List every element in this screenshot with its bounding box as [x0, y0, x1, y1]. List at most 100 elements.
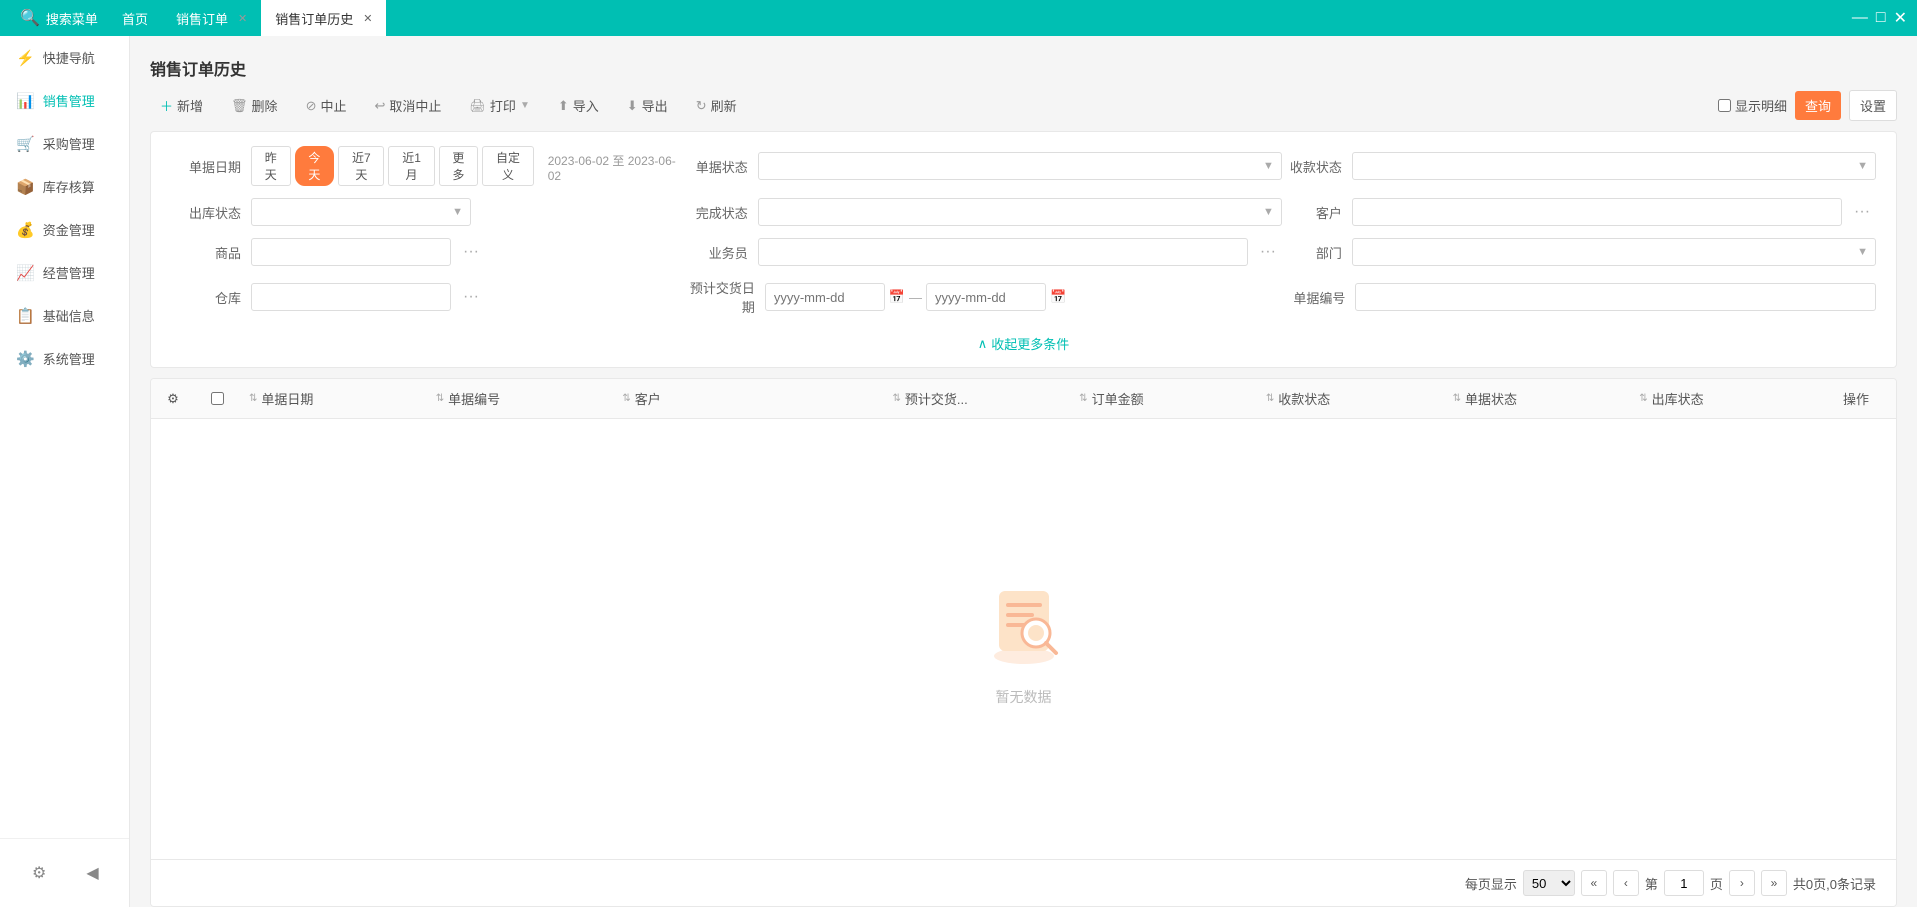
print-label: 打印: [490, 96, 516, 115]
th-no[interactable]: ⇅ 单据编号: [426, 389, 613, 408]
sort-date-icon: ⇅: [249, 393, 257, 404]
tab-home[interactable]: 首页: [108, 0, 162, 36]
prev-page-btn[interactable]: ‹: [1613, 870, 1639, 896]
query-btn[interactable]: 查询: [1795, 91, 1841, 120]
calendar-end-icon[interactable]: 📅: [1050, 289, 1066, 305]
status-select[interactable]: [758, 152, 1282, 180]
th-checkbox[interactable]: [195, 392, 239, 405]
tab-sales-order[interactable]: 销售订单 ✕: [162, 0, 261, 36]
window-close-btn[interactable]: ✕: [1894, 8, 1907, 28]
goods-dots[interactable]: ···: [457, 243, 485, 261]
refresh-icon: ↻: [696, 98, 707, 114]
salesperson-input[interactable]: [758, 238, 1248, 266]
th-amount[interactable]: ⇅ 订单金额: [1069, 389, 1256, 408]
collapse-link[interactable]: ∧ 收起更多条件: [171, 328, 1876, 353]
complete-status-select[interactable]: [758, 198, 1282, 226]
th-receipt-status[interactable]: ⇅ 收款状态: [1256, 389, 1443, 408]
sidebar-item-sales-mgmt[interactable]: 📊 销售管理: [0, 79, 129, 122]
new-btn[interactable]: ＋ 新增: [150, 91, 213, 120]
delivery-date-start[interactable]: [765, 283, 885, 311]
sort-receipt-icon: ⇅: [1266, 393, 1274, 404]
th-out-status[interactable]: ⇅ 出库状态: [1629, 389, 1816, 408]
stop-btn[interactable]: ⊘ 中止: [296, 91, 357, 120]
sidebar-collapse-btn[interactable]: ◀: [70, 851, 114, 895]
sidebar-bottom: ⚙ ◀: [0, 838, 129, 907]
sidebar-item-purchase-mgmt[interactable]: 🛒 采购管理: [0, 122, 129, 165]
show-detail-checkbox[interactable]: 显示明细: [1718, 96, 1787, 115]
salesperson-dots[interactable]: ···: [1254, 243, 1282, 261]
th-settings[interactable]: ⚙: [151, 391, 195, 407]
sidebar-item-operations[interactable]: 📈 经营管理: [0, 251, 129, 294]
date-1month-btn[interactable]: 近1月: [388, 146, 434, 186]
import-btn[interactable]: ⬆ 导入: [548, 91, 609, 120]
date-7days-btn[interactable]: 近7天: [338, 146, 384, 186]
customer-dots[interactable]: ···: [1848, 203, 1876, 221]
warehouse-dots[interactable]: ···: [457, 288, 485, 306]
out-status-field: ▼: [251, 198, 688, 226]
select-all-checkbox[interactable]: [211, 392, 224, 405]
sidebar-item-purchase-mgmt-label: 采购管理: [43, 134, 95, 153]
date-label: 单据日期: [171, 157, 251, 176]
window-expand-btn[interactable]: □: [1876, 9, 1886, 27]
show-detail-label: 显示明细: [1735, 96, 1787, 115]
settings-btn[interactable]: 设置: [1849, 90, 1897, 121]
search-menu[interactable]: 🔍 搜索菜单: [10, 0, 108, 36]
date-today-btn[interactable]: 今天: [295, 146, 335, 186]
top-bar: 🔍 搜索菜单 首页 销售订单 ✕ 销售订单历史 ✕ — □ ✕: [0, 0, 1917, 36]
inventory-icon: 📦: [16, 178, 35, 196]
sidebar-item-quick-nav-label: 快捷导航: [43, 48, 95, 67]
import-icon: ⬆: [558, 98, 569, 114]
receipt-status-label: 收款状态: [1282, 157, 1352, 176]
first-page-btn[interactable]: «: [1581, 870, 1607, 896]
tab-sales-history[interactable]: 销售订单历史 ✕: [261, 0, 386, 36]
delete-btn[interactable]: 🗑 删除: [221, 91, 288, 120]
th-delivery[interactable]: ⇅ 预计交货...: [882, 389, 1069, 408]
out-status-select[interactable]: [251, 198, 471, 226]
warehouse-input[interactable]: [251, 283, 451, 311]
cancel-stop-btn[interactable]: ↩ 取消中止: [364, 91, 451, 120]
print-btn[interactable]: 🖨 打印 ▼: [459, 91, 539, 120]
order-no-field: [1355, 283, 1876, 311]
stop-label: 中止: [320, 96, 346, 115]
th-receipt-status-label: 收款状态: [1278, 389, 1330, 408]
date-yesterday-btn[interactable]: 昨天: [251, 146, 291, 186]
window-minimize-btn[interactable]: —: [1852, 9, 1868, 27]
sidebar-item-quick-nav[interactable]: ⚡ 快捷导航: [0, 36, 129, 79]
sidebar-settings-btn[interactable]: ⚙: [16, 851, 62, 895]
th-order-status[interactable]: ⇅ 单据状态: [1443, 389, 1630, 408]
order-no-input[interactable]: [1355, 283, 1876, 311]
complete-status-field: ▼: [758, 198, 1282, 226]
dept-select[interactable]: [1352, 238, 1876, 266]
page-title: 销售订单历史: [150, 46, 1897, 90]
tab-sales-order-label: 销售订单: [176, 9, 228, 28]
out-status-label: 出库状态: [171, 203, 251, 222]
tab-sales-history-close[interactable]: ✕: [363, 12, 372, 25]
sales-mgmt-icon: 📊: [16, 92, 35, 110]
sidebar-item-basic-info[interactable]: 📋 基础信息: [0, 294, 129, 337]
next-page-btn[interactable]: ›: [1729, 870, 1755, 896]
sidebar-item-inventory[interactable]: 📦 库存核算: [0, 165, 129, 208]
sidebar-item-system-mgmt[interactable]: ⚙️ 系统管理: [0, 337, 129, 380]
refresh-btn[interactable]: ↻ 刷新: [686, 91, 747, 120]
tab-sales-order-close[interactable]: ✕: [238, 12, 247, 25]
th-customer[interactable]: ⇅ 客户: [612, 389, 882, 408]
page-input[interactable]: [1664, 870, 1704, 896]
export-btn[interactable]: ⬇ 导出: [617, 91, 678, 120]
sort-delivery-icon: ⇅: [892, 393, 900, 404]
customer-input[interactable]: [1352, 198, 1842, 226]
last-page-btn[interactable]: »: [1761, 870, 1787, 896]
new-label: 新增: [177, 96, 203, 115]
sidebar-item-finance[interactable]: 💰 资金管理: [0, 208, 129, 251]
date-more-btn[interactable]: 更多: [439, 146, 479, 186]
delivery-date-end[interactable]: [926, 283, 1046, 311]
th-no-label: 单据编号: [448, 389, 500, 408]
calendar-start-icon[interactable]: 📅: [889, 289, 905, 305]
show-detail-input[interactable]: [1718, 99, 1731, 112]
th-date[interactable]: ⇅ 单据日期: [239, 389, 426, 408]
filter-area: 单据日期 昨天 今天 近7天 近1月 更多 自定义 2023-06-02 至 2…: [150, 131, 1897, 368]
receipt-status-select[interactable]: [1352, 152, 1876, 180]
customer-field: ···: [1352, 198, 1876, 226]
date-custom-btn[interactable]: 自定义: [482, 146, 533, 186]
goods-input[interactable]: [251, 238, 451, 266]
page-size-select[interactable]: 50 10 20 100: [1523, 870, 1575, 896]
